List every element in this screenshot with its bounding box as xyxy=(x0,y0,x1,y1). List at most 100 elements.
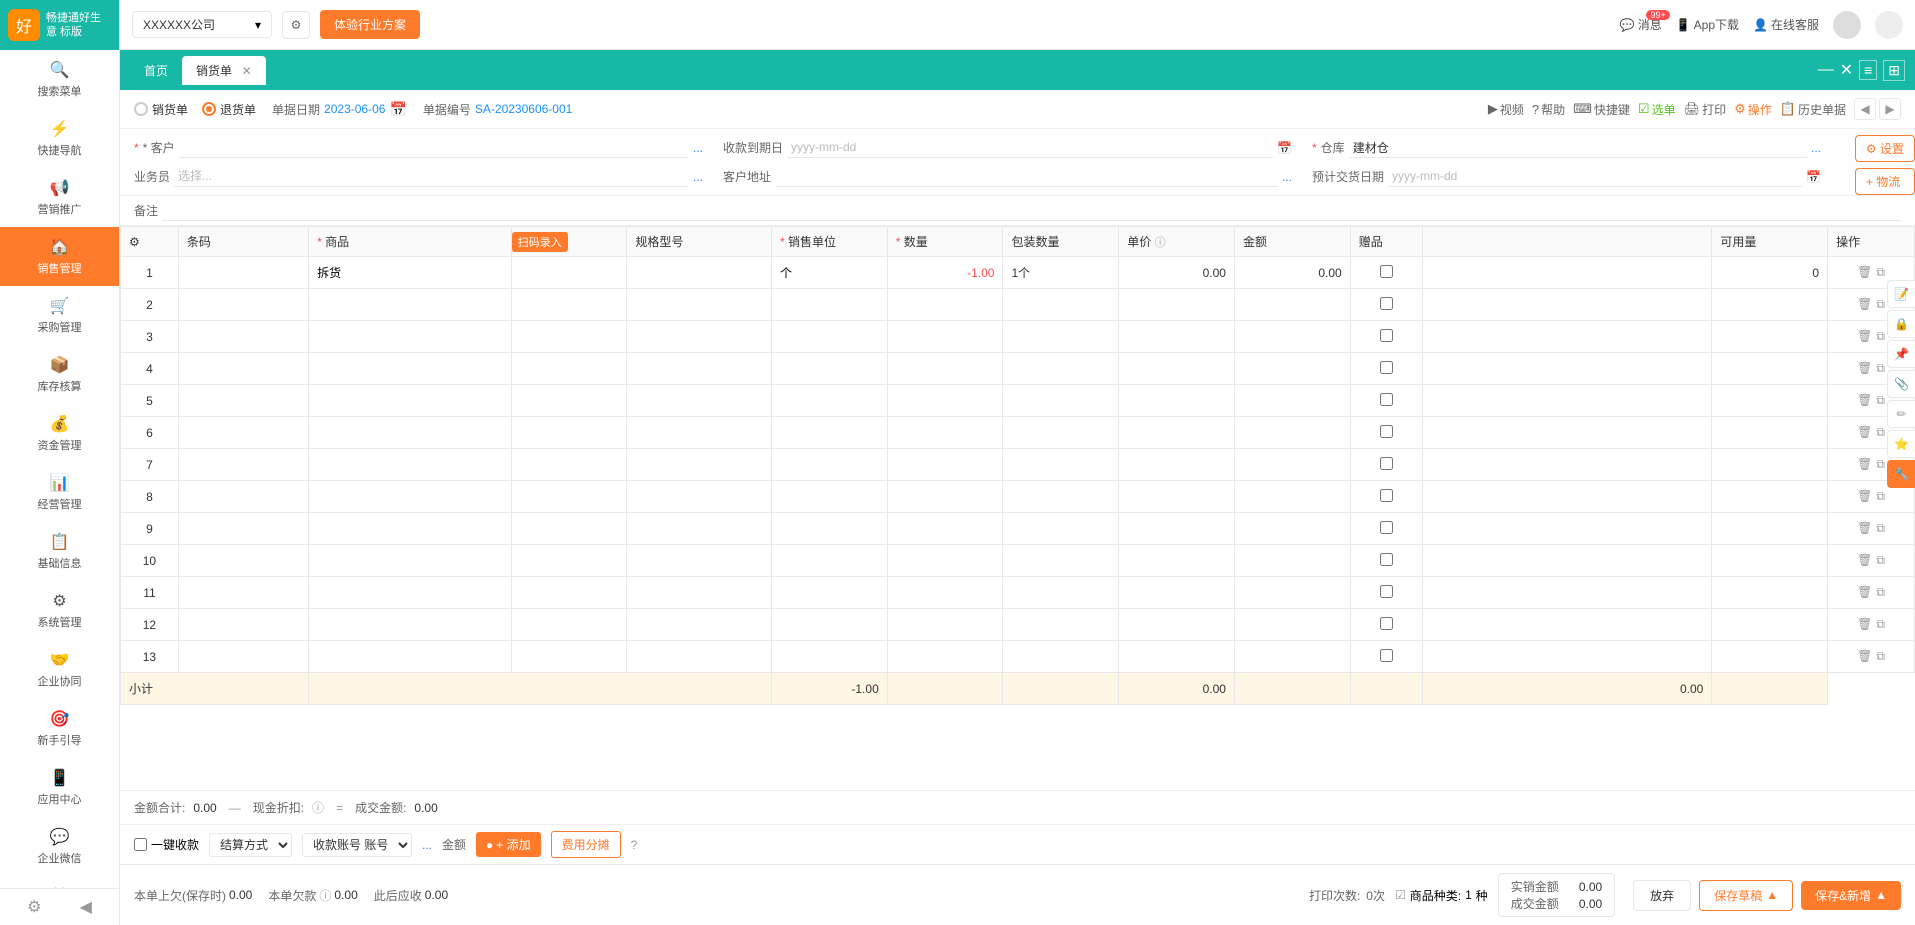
sidebar-item-search[interactable]: 🔍 搜索菜单 xyxy=(0,50,119,109)
customer-addr-input[interactable] xyxy=(775,166,1278,187)
cell-product[interactable] xyxy=(309,385,512,417)
customer-dots[interactable]: ... xyxy=(693,141,703,155)
cell-barcode[interactable] xyxy=(178,609,308,641)
cell-price[interactable] xyxy=(1119,321,1235,353)
cell-gift[interactable] xyxy=(1350,257,1422,289)
cell-remark[interactable] xyxy=(1423,321,1712,353)
row-copy-icon[interactable]: ⧉ xyxy=(1876,553,1885,568)
cell-price[interactable] xyxy=(1119,289,1235,321)
cell-price[interactable] xyxy=(1119,641,1235,673)
cell-unit[interactable] xyxy=(772,417,888,449)
settlement-method-select[interactable]: 结算方式 xyxy=(209,833,292,857)
note-input[interactable] xyxy=(162,200,1901,221)
cell-unit[interactable] xyxy=(772,289,888,321)
cell-gift[interactable] xyxy=(1350,513,1422,545)
select-action-btn[interactable]: ☑ 选单 xyxy=(1638,101,1676,118)
cell-remark[interactable] xyxy=(1423,577,1712,609)
cell-remark[interactable] xyxy=(1423,385,1712,417)
cell-barcode[interactable] xyxy=(178,513,308,545)
sidebar-item-ops-mgmt[interactable]: 📊 经营管理 xyxy=(0,463,119,522)
cell-unit[interactable] xyxy=(772,641,888,673)
cell-unit[interactable] xyxy=(772,577,888,609)
cell-gift[interactable] xyxy=(1350,609,1422,641)
cell-remark[interactable] xyxy=(1423,609,1712,641)
scan-btn[interactable]: 扫码录入 xyxy=(512,232,568,252)
cell-gift[interactable] xyxy=(1350,641,1422,673)
sidebar-item-basic-info[interactable]: 📋 基础信息 xyxy=(0,522,119,581)
cell-price[interactable] xyxy=(1119,513,1235,545)
row-copy-icon[interactable]: ⧉ xyxy=(1876,617,1885,632)
save-new-button[interactable]: 保存&新增 ▲ xyxy=(1801,881,1901,910)
sidebar-item-sys-mgmt[interactable]: ⚙ 系统管理 xyxy=(0,581,119,640)
tab-minimize-btn[interactable]: — xyxy=(1818,61,1834,79)
cell-qty[interactable] xyxy=(887,481,1003,513)
radio-sales[interactable]: 销货单 xyxy=(134,101,188,118)
cell-gift[interactable] xyxy=(1350,321,1422,353)
row-delete-icon[interactable]: 🗑 xyxy=(1857,553,1872,568)
cell-remark[interactable] xyxy=(1423,449,1712,481)
cell-unit[interactable] xyxy=(772,449,888,481)
collection-date-input[interactable] xyxy=(787,137,1273,158)
salesperson-dots[interactable]: ... xyxy=(693,170,703,184)
cell-spec[interactable] xyxy=(627,257,772,289)
rft-clip-btn[interactable]: 📎 xyxy=(1887,370,1915,398)
scroll-prev-btn[interactable]: ◀ xyxy=(1854,98,1876,120)
cell-barcode[interactable] xyxy=(178,257,308,289)
cell-unit[interactable] xyxy=(772,385,888,417)
cell-price[interactable] xyxy=(1119,481,1235,513)
cell-gift[interactable] xyxy=(1350,385,1422,417)
delivery-date-input[interactable] xyxy=(1388,166,1802,187)
cell-spec[interactable] xyxy=(627,545,772,577)
sidebar-item-app-center[interactable]: 📱 应用中心 xyxy=(0,758,119,817)
cell-qty[interactable] xyxy=(887,577,1003,609)
row-delete-icon[interactable]: 🗑 xyxy=(1857,521,1872,536)
cell-product[interactable] xyxy=(309,513,512,545)
cell-qty[interactable] xyxy=(887,385,1003,417)
cell-qty[interactable] xyxy=(887,289,1003,321)
expense-btn[interactable]: 费用分摊 xyxy=(551,831,621,858)
sidebar-item-purchase-mgmt[interactable]: 🛒 采购管理 xyxy=(0,286,119,345)
cell-barcode[interactable] xyxy=(178,641,308,673)
cell-remark[interactable] xyxy=(1423,289,1712,321)
cell-unit[interactable] xyxy=(772,513,888,545)
one-click-pay-check[interactable] xyxy=(134,838,147,851)
warehouse-dots[interactable]: ... xyxy=(1811,141,1821,155)
sidebar-item-inventory[interactable]: 📦 库存核算 xyxy=(0,345,119,404)
scroll-next-btn[interactable]: ▶ xyxy=(1879,98,1901,120)
cell-price[interactable] xyxy=(1119,385,1235,417)
cell-barcode[interactable] xyxy=(178,321,308,353)
cell-price[interactable]: 0.00 xyxy=(1119,257,1235,289)
online-support-btn[interactable]: 👤 在线客服 xyxy=(1753,16,1819,33)
tab-layout-btn1[interactable]: ≡ xyxy=(1859,60,1877,80)
rft-note-btn[interactable]: 📝 xyxy=(1887,280,1915,308)
rft-lock-btn[interactable]: 🔒 xyxy=(1887,310,1915,338)
cell-price[interactable] xyxy=(1119,609,1235,641)
account-select[interactable]: 收款账号 账号 xyxy=(302,833,412,857)
cell-barcode[interactable] xyxy=(178,353,308,385)
sidebar-item-marketing[interactable]: 📢 营销推广 xyxy=(0,168,119,227)
cell-price[interactable] xyxy=(1119,353,1235,385)
company-select[interactable]: XXXXXX公司 ▾ xyxy=(132,11,272,38)
tab-home[interactable]: 首页 xyxy=(130,56,182,85)
cell-qty[interactable] xyxy=(887,353,1003,385)
cell-product[interactable] xyxy=(309,481,512,513)
row-copy-icon[interactable]: ⧉ xyxy=(1876,329,1885,344)
row-delete-icon[interactable]: 🗑 xyxy=(1857,457,1872,472)
cell-qty[interactable] xyxy=(887,513,1003,545)
sidebar-item-finance[interactable]: 💰 资金管理 xyxy=(0,404,119,463)
logistics-button[interactable]: + 物流 xyxy=(1855,168,1915,195)
cell-gift[interactable] xyxy=(1350,353,1422,385)
cell-spec[interactable] xyxy=(627,513,772,545)
date-calendar-icon[interactable]: 📅 xyxy=(389,101,406,118)
cell-unit[interactable] xyxy=(772,609,888,641)
sidebar-item-wechat[interactable]: 💬 企业微信 xyxy=(0,817,119,876)
rft-tool-btn[interactable]: 🔧 xyxy=(1887,460,1915,488)
cell-spec[interactable] xyxy=(627,577,772,609)
cell-spec[interactable] xyxy=(627,609,772,641)
cell-qty[interactable] xyxy=(887,609,1003,641)
cell-spec[interactable] xyxy=(627,481,772,513)
row-delete-icon[interactable]: 🗑 xyxy=(1857,361,1872,376)
sidebar-item-sales-mgmt[interactable]: 🏠 销售管理 xyxy=(0,227,119,286)
cell-unit[interactable] xyxy=(772,481,888,513)
cell-barcode[interactable] xyxy=(178,289,308,321)
